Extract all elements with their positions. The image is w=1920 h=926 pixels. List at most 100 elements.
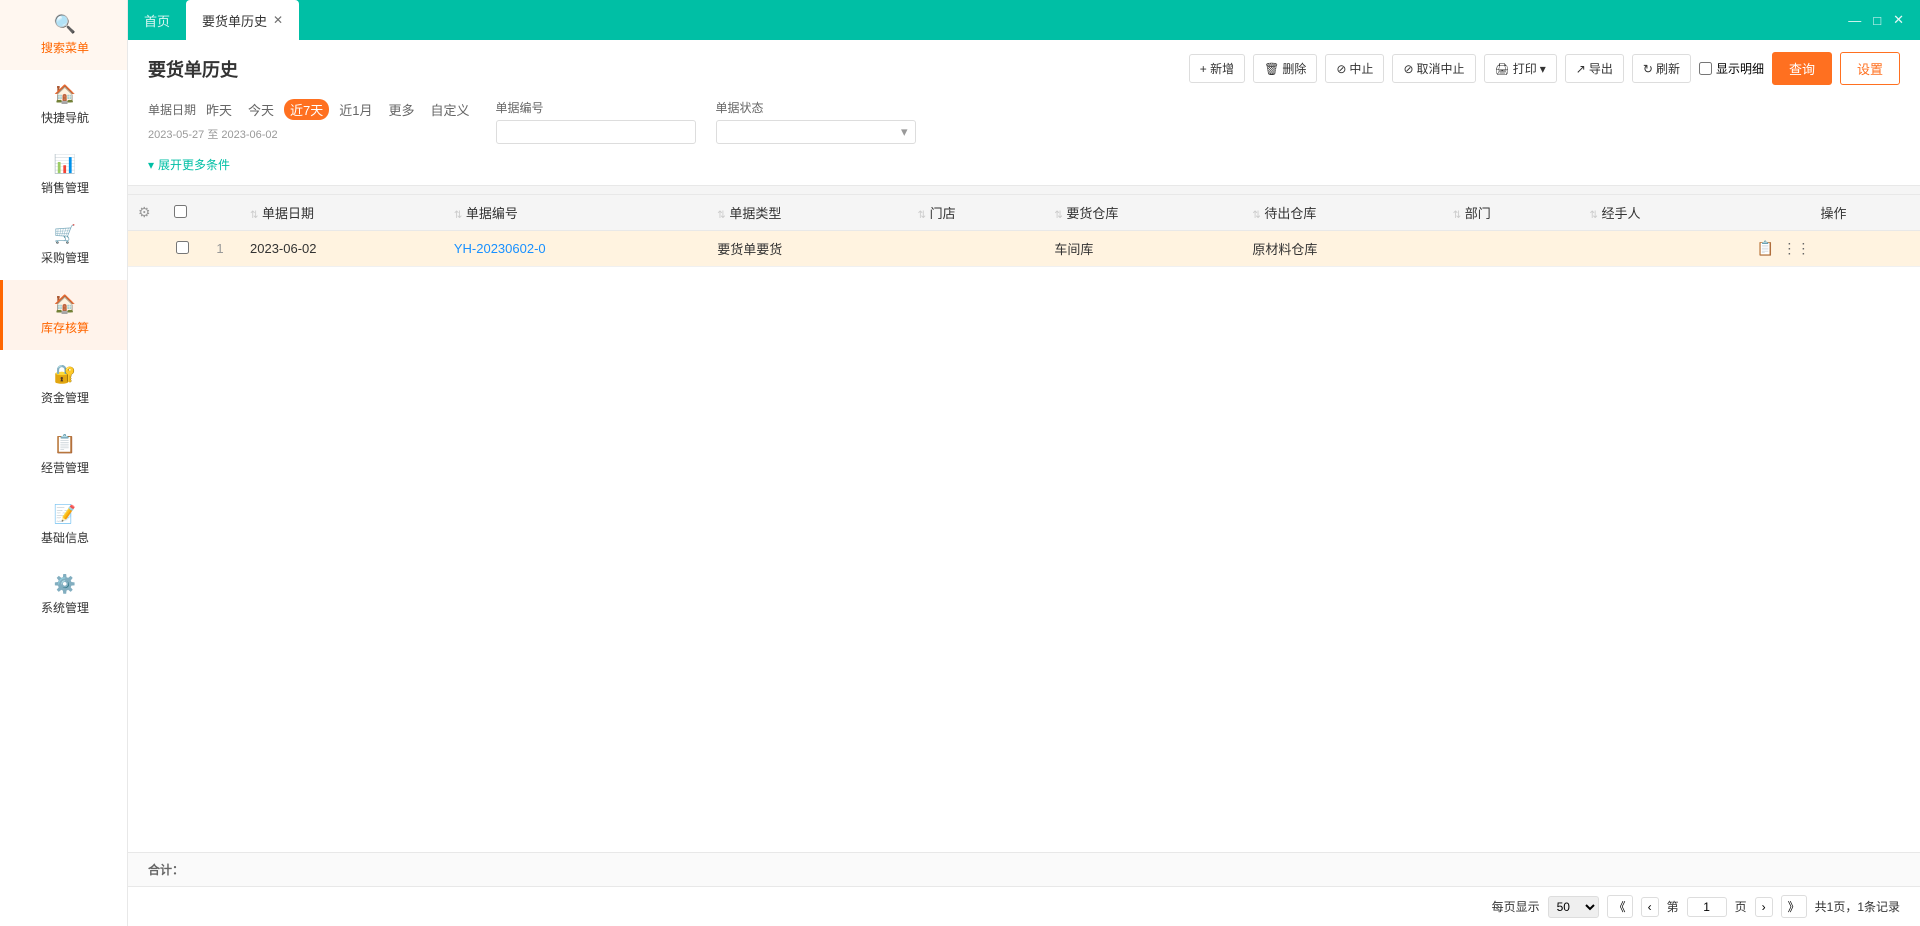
row-checkbox-cell[interactable]: [164, 231, 200, 267]
add-button[interactable]: + 新增: [1189, 54, 1245, 83]
date-btn-custom[interactable]: 自定义: [425, 99, 476, 120]
sidebar-item-search[interactable]: 🔍 搜索菜单: [0, 0, 127, 70]
sidebar-item-basic[interactable]: 📝 基础信息: [0, 490, 127, 560]
stop-button[interactable]: ⊘ 中止: [1325, 54, 1384, 83]
query-button[interactable]: 查询: [1772, 52, 1832, 85]
sidebar-item-inventory[interactable]: 🏠 库存核算: [0, 280, 127, 350]
per-page-select[interactable]: 50 20 100: [1548, 896, 1599, 918]
date-btn-more[interactable]: 更多: [383, 99, 421, 120]
sidebar-item-label: 采购管理: [41, 249, 89, 266]
sidebar-item-quick-nav[interactable]: 🏠 快捷导航: [0, 70, 127, 140]
row-doc-no[interactable]: YH-20230602-0: [444, 231, 707, 267]
sort-icon: ⇅: [1590, 210, 1598, 221]
filter-row: 单据日期 昨天 今天 近7天 近1月 更多 自定义 2023-05-27 至 2…: [148, 95, 1900, 148]
sidebar-item-label: 快捷导航: [41, 109, 89, 126]
row-num: 1: [200, 231, 240, 267]
th-doc-no[interactable]: ⇅ 单据编号: [444, 195, 707, 231]
row-action-more-icon[interactable]: ⋮⋮: [1782, 240, 1810, 257]
last-page-button[interactable]: 》: [1781, 895, 1807, 918]
doc-no-input[interactable]: [496, 120, 696, 144]
refresh-label: 刷新: [1656, 60, 1680, 77]
th-req-warehouse[interactable]: ⇅ 要货仓库: [1044, 195, 1242, 231]
status-select[interactable]: [716, 120, 916, 144]
row-settings: [128, 231, 164, 267]
select-all-checkbox[interactable]: [174, 205, 187, 218]
th-num: [200, 195, 240, 231]
th-settings[interactable]: ⚙: [128, 195, 164, 231]
tab-requisition-history[interactable]: 要货单历史 ✕: [186, 0, 299, 40]
tab-home[interactable]: 首页: [128, 0, 186, 40]
th-department-label: 部门: [1465, 206, 1491, 221]
sidebar-item-system[interactable]: ⚙️ 系统管理: [0, 560, 127, 630]
sidebar-item-purchase[interactable]: 🛒 采购管理: [0, 210, 127, 280]
refresh-icon: ↻: [1643, 62, 1653, 76]
sort-icon: ⇅: [717, 210, 725, 221]
th-date[interactable]: ⇅ 单据日期: [240, 195, 444, 231]
th-store[interactable]: ⇅ 门店: [908, 195, 1045, 231]
date-btn-today[interactable]: 今天: [242, 99, 280, 120]
date-btn-last7days[interactable]: 近7天: [284, 99, 329, 120]
delete-button[interactable]: 🗑 删除: [1253, 54, 1317, 83]
expand-filters-button[interactable]: ▾ 展开更多条件: [148, 152, 1900, 177]
per-page-label: 每页显示: [1492, 898, 1540, 915]
sidebar-item-finance[interactable]: 🔐 资金管理: [0, 350, 127, 420]
th-doc-type[interactable]: ⇅ 单据类型: [707, 195, 907, 231]
sort-icon: ⇅: [454, 210, 462, 221]
th-checkbox[interactable]: [164, 195, 200, 231]
refresh-button[interactable]: ↻ 刷新: [1632, 54, 1691, 83]
row-doc-type: 要货单要货: [707, 231, 907, 267]
operations-icon: 📋: [54, 434, 76, 455]
sidebar-item-operations[interactable]: 📋 经营管理: [0, 420, 127, 490]
print-label: 打印: [1513, 60, 1537, 77]
sidebar-item-label: 库存核算: [41, 319, 89, 336]
row-action-edit-icon[interactable]: 📋: [1757, 240, 1774, 257]
sort-icon: ⇅: [1252, 210, 1260, 221]
prev-page-button[interactable]: ‹: [1641, 897, 1659, 917]
gear-icon: ⚙️: [54, 574, 76, 595]
sidebar-item-sales[interactable]: 📊 销售管理: [0, 140, 127, 210]
first-page-button[interactable]: 《: [1607, 895, 1633, 918]
settings-button[interactable]: 设置: [1840, 52, 1900, 85]
export-button[interactable]: ↗ 导出: [1565, 54, 1624, 83]
show-detail-checkbox-wrapper[interactable]: 显示明细: [1699, 60, 1764, 77]
data-table: ⚙ ⇅ 单据日期 ⇅ 单据编号: [128, 194, 1920, 267]
row-department: [1443, 231, 1580, 267]
expand-label: 展开更多条件: [158, 156, 230, 173]
window-maximize-icon[interactable]: □: [1873, 13, 1881, 28]
doc-no-link[interactable]: YH-20230602-0: [454, 241, 546, 256]
th-handler[interactable]: ⇅ 经手人: [1580, 195, 1747, 231]
row-date: 2023-06-02: [240, 231, 444, 267]
window-close-icon[interactable]: ✕: [1893, 12, 1904, 28]
page-content: 要货单历史 + 新增 🗑 删除 ⊘ 中止 ⊘ 取消中止: [128, 40, 1920, 926]
tab-close-icon[interactable]: ✕: [273, 13, 283, 27]
sort-icon: ⇅: [1054, 210, 1062, 221]
next-page-button[interactable]: ›: [1755, 897, 1773, 917]
window-minimize-icon[interactable]: —: [1848, 13, 1861, 28]
gear-icon[interactable]: ⚙: [138, 204, 151, 220]
show-detail-label: 显示明细: [1716, 60, 1764, 77]
th-department[interactable]: ⇅ 部门: [1443, 195, 1580, 231]
th-pending-warehouse[interactable]: ⇅ 待出仓库: [1242, 195, 1442, 231]
print-button[interactable]: 🖨 打印 ▾: [1484, 54, 1557, 83]
table-area: ⚙ ⇅ 单据日期 ⇅ 单据编号: [128, 194, 1920, 852]
status-filter-group: 单据状态: [716, 99, 916, 144]
search-icon: 🔍: [54, 14, 76, 35]
show-detail-checkbox[interactable]: [1699, 62, 1712, 75]
th-req-warehouse-label: 要货仓库: [1066, 206, 1118, 221]
cancel-stop-button[interactable]: ⊘ 取消中止: [1392, 54, 1475, 83]
sidebar-item-label: 基础信息: [41, 529, 89, 546]
cancel-stop-label: 取消中止: [1417, 60, 1465, 77]
table-row: 1 2023-06-02 YH-20230602-0 要货单要货 车间库 原材料…: [128, 231, 1920, 267]
sidebar-item-label: 资金管理: [41, 389, 89, 406]
page-number-input[interactable]: [1687, 897, 1727, 917]
date-filter-label: 单据日期: [148, 101, 196, 118]
sidebar-item-label: 系统管理: [41, 599, 89, 616]
row-checkbox[interactable]: [176, 241, 189, 254]
stop-label: 中止: [1349, 60, 1373, 77]
date-btn-last1month[interactable]: 近1月: [333, 99, 378, 120]
toolbar: + 新增 🗑 删除 ⊘ 中止 ⊘ 取消中止 🖨: [1189, 52, 1900, 85]
sidebar-item-label: 经营管理: [41, 459, 89, 476]
date-btn-yesterday[interactable]: 昨天: [200, 99, 238, 120]
total-info: 共1页，1条记录: [1815, 898, 1900, 915]
cart-icon: 🛒: [54, 224, 76, 245]
